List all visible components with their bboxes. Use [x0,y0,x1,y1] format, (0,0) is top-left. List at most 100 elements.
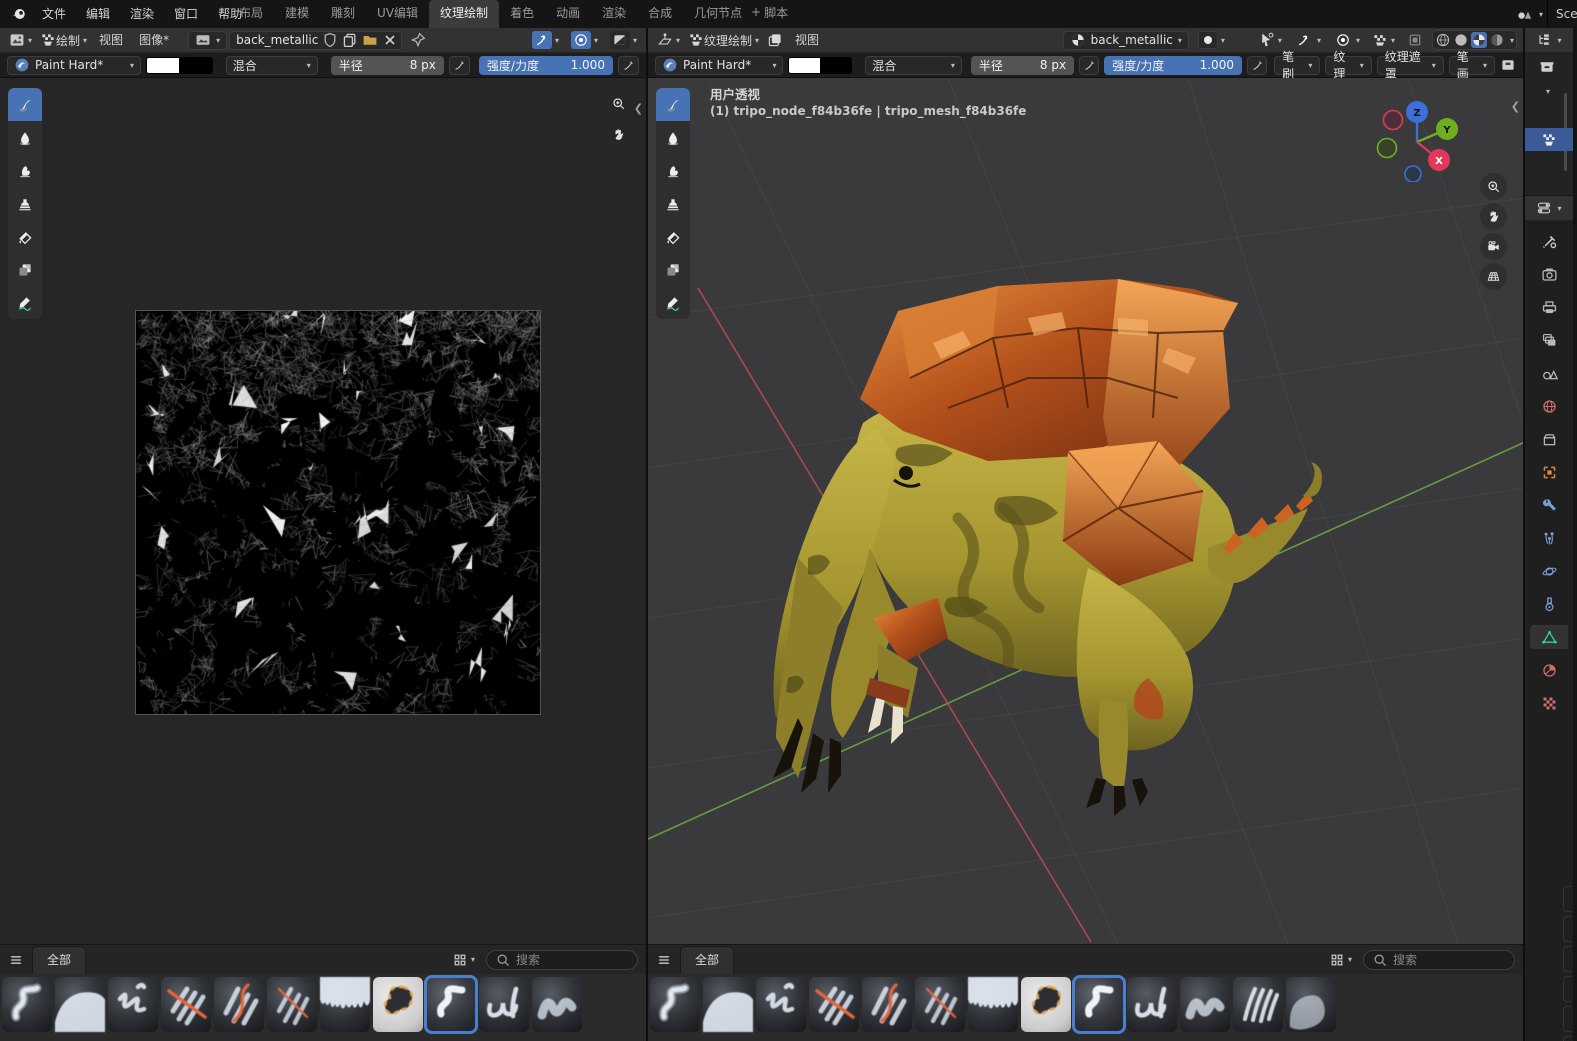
add-workspace-button[interactable]: + [742,0,770,25]
workspace-tab[interactable]: UV编辑 [366,0,429,28]
camera-view-button[interactable] [1480,233,1507,260]
tool-button[interactable] [656,121,690,154]
view-menu[interactable]: 视图 [92,28,130,53]
brush-thumbnail[interactable] [320,977,370,1032]
scene-name[interactable]: Sce [1547,0,1577,28]
secondary-color[interactable] [179,57,212,73]
workspace-tab[interactable]: 合成 [637,0,683,28]
menubar-item[interactable]: 窗口 [164,0,208,28]
brush-thumbnail[interactable] [55,977,105,1032]
texture-slot-select[interactable]: back_metallic ▾ [1062,30,1189,50]
radius-pressure-button[interactable] [1079,55,1100,75]
workspace-tab[interactable]: 建模 [274,0,320,28]
shelf-display-button[interactable]: ▾ [449,951,478,969]
snap-toggle[interactable]: ▾ [1291,30,1324,50]
brush-thumbnail[interactable] [1127,977,1177,1032]
popover-button[interactable]: 笔画 ▾ [1448,50,1495,81]
brush-thumbnail[interactable] [809,977,859,1032]
creature-model[interactable] [773,279,1322,816]
image-menu[interactable]: 图像* [132,28,176,53]
workspace-tab[interactable]: 着色 [499,0,545,28]
properties-tab[interactable] [1530,625,1568,649]
secondary-color[interactable] [820,57,852,73]
image-editor-canvas[interactable]: ❮ [0,78,646,944]
brush-thumbnail[interactable] [214,977,264,1032]
brush-thumbnail[interactable] [532,977,582,1032]
active-object-mode-row[interactable] [1525,128,1573,151]
tool-button[interactable] [8,220,42,253]
blender-logo-icon[interactable] [6,6,32,22]
menubar-item[interactable]: 渲染 [120,0,164,28]
open-image-folder-icon[interactable] [362,32,378,48]
proportional-edit-toggle[interactable]: ▾ [568,30,601,50]
brush-thumbnail[interactable] [1233,977,1283,1032]
outliner-icon[interactable] [1536,32,1552,48]
brush-thumbnail[interactable] [267,977,317,1032]
shelf-tab-all[interactable]: 全部 [32,946,87,974]
tool-button[interactable] [656,187,690,220]
tool-button[interactable] [8,187,42,220]
new-image-icon[interactable] [342,32,358,48]
popover-button[interactable]: 笔刷 ▾ [1274,50,1321,81]
brush-thumbnail[interactable] [968,977,1018,1032]
properties-tab[interactable] [1530,526,1568,550]
scene-icon[interactable] [1516,6,1532,22]
search-input[interactable] [1393,952,1506,967]
properties-tab[interactable] [1530,262,1568,286]
popover-button[interactable]: 纹理遮罩 ▾ [1376,50,1444,81]
snap-toggle[interactable]: ▾ [529,30,562,50]
strength-pressure-button[interactable] [617,55,639,75]
unlink-image-icon[interactable] [382,32,398,48]
stencil-mask-button[interactable]: ▾ [1195,30,1228,50]
properties-tab[interactable] [1530,559,1568,583]
brush-thumbnail[interactable] [1286,977,1336,1032]
properties-tab[interactable] [1530,229,1568,253]
mirror-options-button[interactable] [764,31,786,49]
pan-button[interactable] [1480,203,1507,230]
wireframe-shading-button[interactable] [1435,32,1451,48]
tool-button[interactable] [8,286,42,319]
pin-icon[interactable] [410,32,426,48]
blend-mode-select[interactable]: 混合 ▾ [225,55,318,75]
properties-tab[interactable] [1530,592,1568,616]
color-swatches[interactable] [145,56,213,74]
workspace-tab[interactable]: 纹理绘制 [429,0,500,28]
gizmo-neg-x-axis[interactable] [1382,109,1404,131]
shelf-menu-icon[interactable] [8,952,24,968]
pan-button[interactable] [605,121,632,148]
proportional-edit-toggle[interactable]: ▾ [1330,30,1363,50]
properties-tab[interactable] [1530,460,1568,484]
workspace-tab[interactable]: 布局 [228,0,274,28]
show-overlays-popover[interactable]: ▾ [1256,31,1285,49]
shelf-tab-all[interactable]: 全部 [680,946,735,974]
strength-slider[interactable]: 强度/力度 1.000 [478,55,613,75]
brush-thumbnail[interactable] [1072,975,1126,1034]
properties-tab[interactable] [1530,427,1568,451]
material-shading-button[interactable] [1470,32,1487,48]
ortho-grid-button[interactable] [1480,263,1507,290]
tool-button[interactable] [8,88,42,121]
blend-mode-select[interactable]: 混合 ▾ [865,55,962,75]
filter-box-icon[interactable] [1539,59,1555,75]
popover-button[interactable]: 纹理 ▾ [1325,50,1372,81]
editor-type-button[interactable]: ▾ [654,31,683,49]
fake-user-shield-icon[interactable] [322,32,338,48]
workspace-tab[interactable]: 动画 [545,0,591,28]
tool-button[interactable] [656,220,690,253]
zoom-button[interactable] [1480,173,1507,200]
strength-slider[interactable]: 强度/力度 1.000 [1104,55,1242,75]
primary-color[interactable] [146,57,180,73]
sidebar-collapse-arrow[interactable]: ❮ [634,102,643,115]
tool-button[interactable] [656,154,690,187]
brush-thumbnail[interactable] [2,977,52,1032]
navigation-gizmo[interactable]: Z Y X [1371,90,1463,182]
tool-button[interactable] [656,88,690,121]
tool-button[interactable] [656,286,690,319]
brush-thumbnail[interactable] [373,977,423,1032]
shelf-search[interactable] [1363,949,1515,970]
search-input[interactable] [516,952,629,967]
brush-thumbnail[interactable] [161,977,211,1032]
primary-color[interactable] [789,57,821,73]
rendered-shading-button[interactable] [1489,32,1505,48]
brush-thumbnail[interactable] [756,977,806,1032]
